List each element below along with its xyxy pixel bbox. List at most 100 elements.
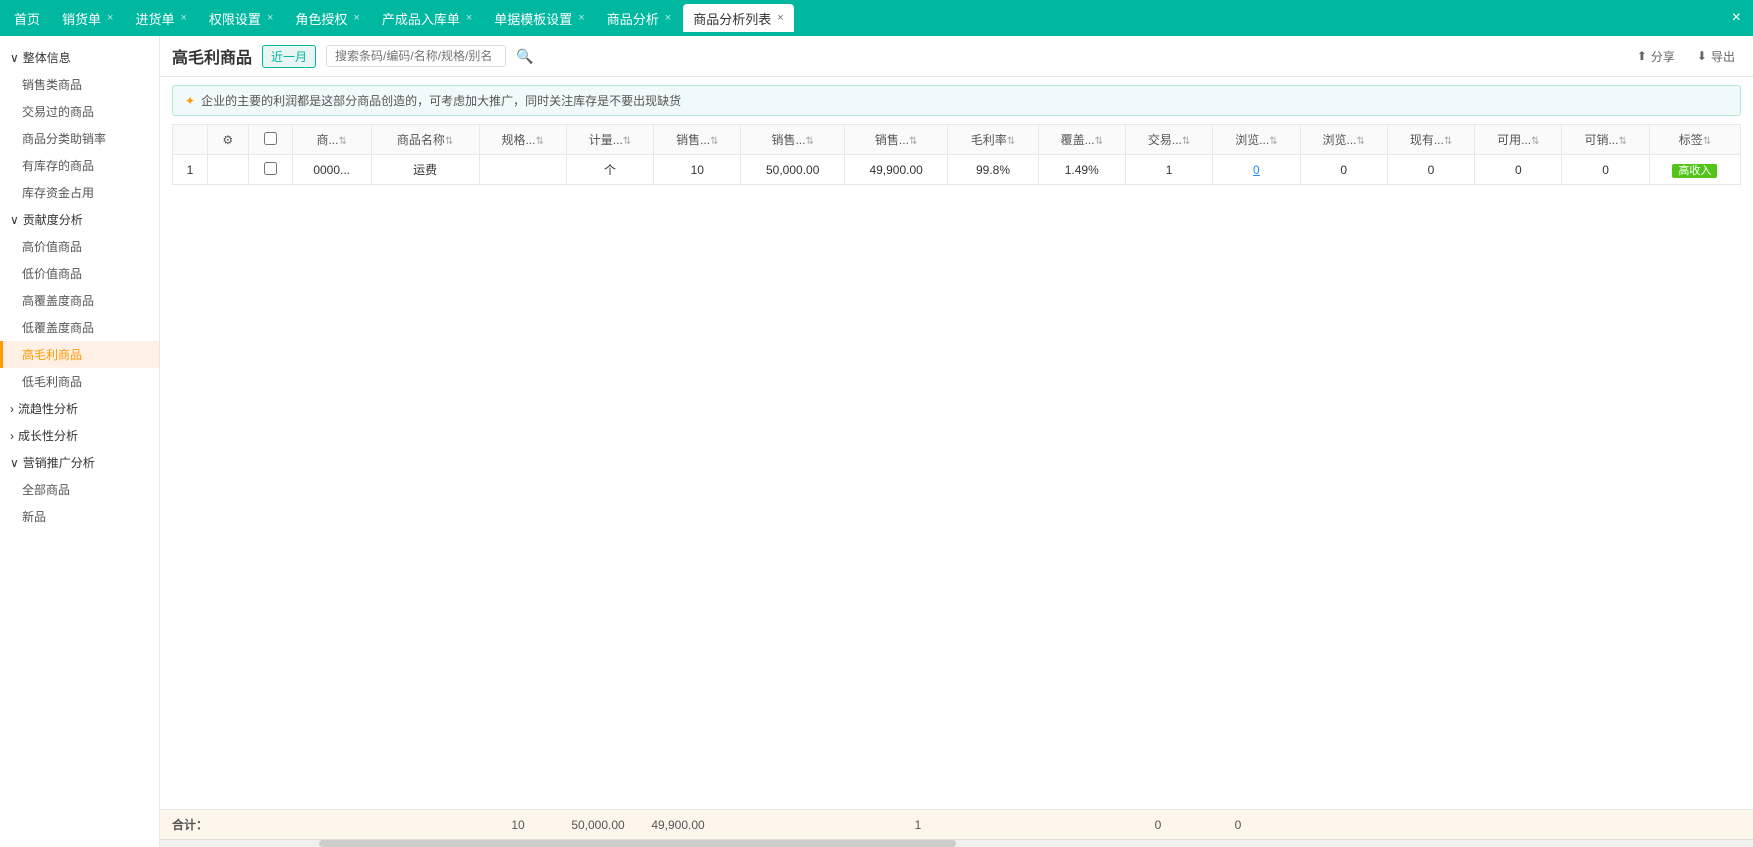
- sort-icon-tag[interactable]: ⇅: [1703, 136, 1711, 147]
- sidebar-group-营销推广分析[interactable]: ∨营销推广分析: [0, 449, 159, 476]
- sidebar-item-交易过的商品[interactable]: 交易过的商品: [0, 98, 159, 125]
- sidebar-item-高覆盖度商品[interactable]: 高覆盖度商品: [0, 287, 159, 314]
- nav-tab-产成品入库单[interactable]: 产成品入库单×: [372, 4, 482, 32]
- col-header-index: [173, 125, 208, 155]
- sidebar-item-库存资金占用[interactable]: 库存资金占用: [0, 179, 159, 206]
- sidebar-item-低价值商品[interactable]: 低价值商品: [0, 260, 159, 287]
- close-all-tabs[interactable]: ×: [1724, 9, 1749, 27]
- col-header-sales_count[interactable]: 销售...⇅: [654, 125, 741, 155]
- row-checkbox[interactable]: [264, 162, 277, 175]
- col-header-code[interactable]: 商...⇅: [292, 125, 371, 155]
- search-input[interactable]: [326, 45, 506, 67]
- search-button[interactable]: 🔍: [516, 48, 533, 65]
- sidebar-item-销售类商品[interactable]: 销售类商品: [0, 71, 159, 98]
- close-tab-icon[interactable]: ×: [180, 12, 186, 24]
- table-row[interactable]: 10000...运费个1050,000.0049,900.0099.8%1.49…: [173, 155, 1741, 185]
- col-label-spec: 规格...: [501, 133, 535, 147]
- col-header-browse2[interactable]: 浏览...⇅: [1300, 125, 1387, 155]
- close-tab-icon[interactable]: ×: [777, 12, 783, 24]
- col-header-tag[interactable]: 标签⇅: [1649, 125, 1740, 155]
- col-header-available_stock[interactable]: 可用...⇅: [1475, 125, 1562, 155]
- sidebar-item-高价值商品[interactable]: 高价值商品: [0, 233, 159, 260]
- tag-badge: 高收入: [1672, 164, 1717, 178]
- close-tab-icon[interactable]: ×: [578, 12, 584, 24]
- sort-icon-code[interactable]: ⇅: [338, 136, 346, 147]
- nav-tab-单据模板设置[interactable]: 单据模板设置×: [484, 4, 594, 32]
- close-tab-icon[interactable]: ×: [353, 12, 359, 24]
- scrollbar-thumb[interactable]: [319, 840, 956, 847]
- footer-sales-profit: 49,900.00: [648, 818, 708, 832]
- close-tab-icon[interactable]: ×: [267, 12, 273, 24]
- settings-icon[interactable]: ⚙: [222, 133, 233, 147]
- nav-tab-进货单[interactable]: 进货单×: [125, 4, 196, 32]
- data-table: ⚙商...⇅商品名称⇅规格...⇅计量...⇅销售...⇅销售...⇅销售...…: [172, 124, 1741, 185]
- cell-browse2: 0: [1300, 155, 1387, 185]
- nav-tab-首页[interactable]: 首页: [4, 4, 50, 32]
- col-header-sales_profit[interactable]: 销售...⇅: [844, 125, 947, 155]
- col-label-unit: 计量...: [589, 133, 623, 147]
- sort-icon-name[interactable]: ⇅: [445, 136, 453, 147]
- share-button[interactable]: ⬆ 分享: [1631, 45, 1681, 68]
- export-button[interactable]: ⬇ 导出: [1691, 45, 1741, 68]
- col-header-gross_margin[interactable]: 毛利率⇅: [948, 125, 1038, 155]
- sidebar-group-贡献度分析[interactable]: ∨贡献度分析: [0, 206, 159, 233]
- sort-icon-sales_amount[interactable]: ⇅: [805, 136, 813, 147]
- group-arrow-icon: ›: [10, 402, 14, 416]
- col-header-sellable_stock[interactable]: 可销...⇅: [1562, 125, 1649, 155]
- sort-icon-spec[interactable]: ⇅: [535, 136, 543, 147]
- close-tab-icon[interactable]: ×: [466, 12, 472, 24]
- close-tab-icon[interactable]: ×: [665, 12, 671, 24]
- nav-tab-商品分析列表[interactable]: 商品分析列表×: [683, 4, 793, 32]
- sidebar-item-新品[interactable]: 新品: [0, 503, 159, 530]
- nav-tab-商品分析[interactable]: 商品分析×: [597, 4, 681, 32]
- sort-icon-browse2[interactable]: ⇅: [1357, 136, 1365, 147]
- col-header-coverage[interactable]: 覆盖...⇅: [1038, 125, 1125, 155]
- footer-trade-count: 1: [888, 818, 948, 832]
- sidebar-group-整体信息[interactable]: ∨整体信息: [0, 44, 159, 71]
- sidebar-item-低覆盖度商品[interactable]: 低覆盖度商品: [0, 314, 159, 341]
- sort-icon-sales_profit[interactable]: ⇅: [909, 136, 917, 147]
- nav-tab-权限设置[interactable]: 权限设置×: [199, 4, 283, 32]
- col-header-browse1[interactable]: 浏览...⇅: [1213, 125, 1300, 155]
- cell-browse1[interactable]: 0: [1213, 155, 1300, 185]
- col-header-settings: ⚙: [207, 125, 248, 155]
- col-header-spec[interactable]: 规格...⇅: [479, 125, 566, 155]
- sort-icon-browse1[interactable]: ⇅: [1269, 136, 1277, 147]
- col-label-sales_amount: 销售...: [771, 133, 805, 147]
- col-header-name[interactable]: 商品名称⇅: [371, 125, 479, 155]
- col-header-trade_count[interactable]: 交易...⇅: [1125, 125, 1212, 155]
- col-header-current_stock[interactable]: 现有...⇅: [1387, 125, 1474, 155]
- cell-sellable_stock: 0: [1562, 155, 1649, 185]
- sort-icon-available_stock[interactable]: ⇅: [1531, 136, 1539, 147]
- sidebar-group-流趋性分析[interactable]: ›流趋性分析: [0, 395, 159, 422]
- sidebar-item-商品分类助销率[interactable]: 商品分类助销率: [0, 125, 159, 152]
- close-tab-icon[interactable]: ×: [107, 12, 113, 24]
- cell-tag: 高收入: [1649, 155, 1740, 185]
- nav-tab-销货单[interactable]: 销货单×: [52, 4, 123, 32]
- group-arrow-icon: ∨: [10, 456, 19, 470]
- select-all-checkbox[interactable]: [264, 132, 277, 145]
- cell-unit: 个: [566, 155, 653, 185]
- filter-recent-month[interactable]: 近一月: [262, 45, 316, 68]
- sort-icon-gross_margin[interactable]: ⇅: [1007, 136, 1015, 147]
- col-header-unit[interactable]: 计量...⇅: [566, 125, 653, 155]
- sort-icon-sellable_stock[interactable]: ⇅: [1618, 136, 1626, 147]
- sort-icon-unit[interactable]: ⇅: [623, 136, 631, 147]
- cell-settings[interactable]: [207, 155, 248, 185]
- horizontal-scrollbar[interactable]: [160, 839, 1753, 847]
- sort-icon-trade_count[interactable]: ⇅: [1182, 136, 1190, 147]
- sidebar-item-有库存的商品[interactable]: 有库存的商品: [0, 152, 159, 179]
- sidebar-item-高毛利商品[interactable]: 高毛利商品: [0, 341, 159, 368]
- sort-icon-coverage[interactable]: ⇅: [1095, 136, 1103, 147]
- cell-name: 运费: [371, 155, 479, 185]
- sidebar-group-成长性分析[interactable]: ›成长性分析: [0, 422, 159, 449]
- sidebar-item-低毛利商品[interactable]: 低毛利商品: [0, 368, 159, 395]
- nav-tab-角色授权[interactable]: 角色授权×: [285, 4, 369, 32]
- browse-link[interactable]: 0: [1253, 163, 1260, 177]
- col-header-sales_amount[interactable]: 销售...⇅: [741, 125, 844, 155]
- sort-icon-current_stock[interactable]: ⇅: [1444, 136, 1452, 147]
- cell-checkbox[interactable]: [248, 155, 292, 185]
- sidebar-item-全部商品[interactable]: 全部商品: [0, 476, 159, 503]
- col-label-coverage: 覆盖...: [1061, 133, 1095, 147]
- sort-icon-sales_count[interactable]: ⇅: [710, 136, 718, 147]
